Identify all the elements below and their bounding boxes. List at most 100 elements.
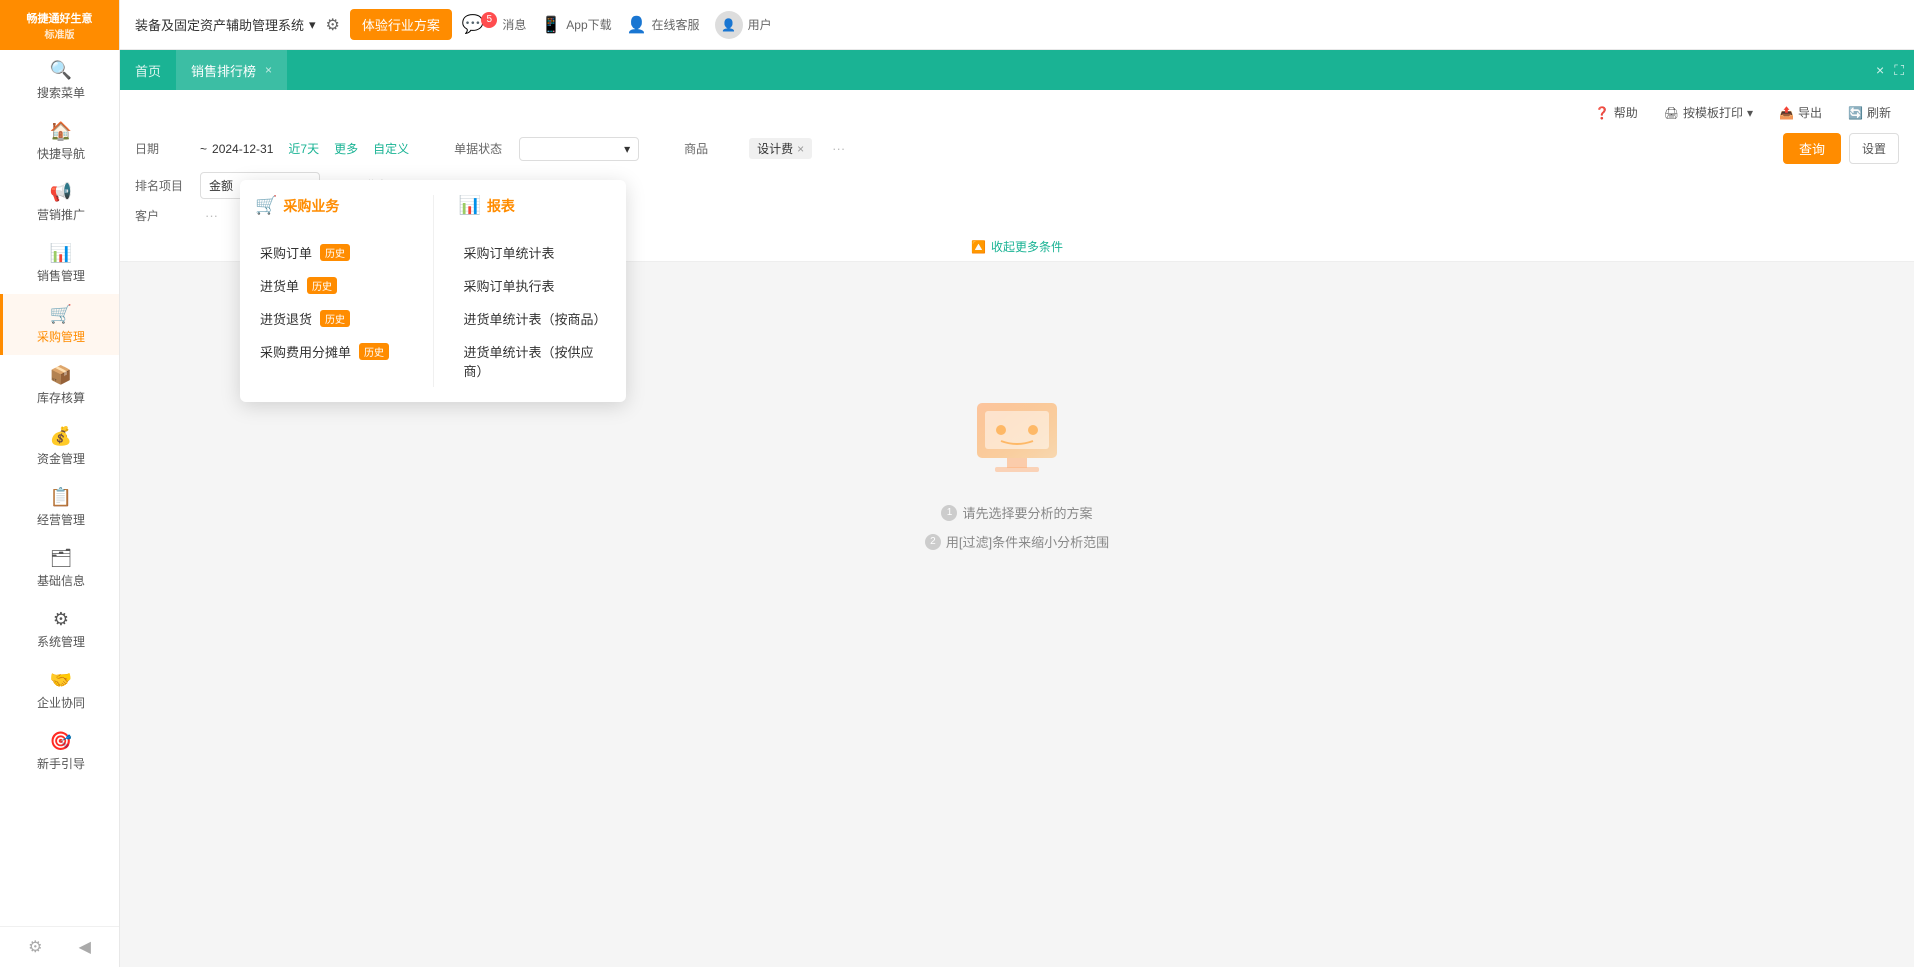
divider [433,195,434,387]
goods-more-dots[interactable]: ··· [832,141,845,156]
sidebar-item-finance[interactable]: 💰 资金管理 [0,416,119,477]
finance-icon: 💰 [50,426,72,447]
sidebar-label-marketing: 营销推广 [37,206,85,223]
empty-hint-1: 1 请先选择要分析的方案 [941,503,1092,522]
export-icon: 📤 [1779,106,1794,120]
dropdown-item-purchase-order-exec[interactable]: 采购订单执行表 [459,269,612,302]
app-download-btn[interactable]: 📱 App下载 [541,15,611,35]
help-label: 帮助 [1614,104,1638,121]
export-btn[interactable]: 📤 导出 [1771,100,1830,125]
sidebar-item-search[interactable]: 🔍 搜索菜单 [0,50,119,111]
dropdown-item-return[interactable]: 进货退货 历史 [255,302,408,335]
purchase-business-column: 🛒 采购业务 采购订单 历史 进货单 历史 进货退货 历史 [255,195,408,387]
sidebar-settings-btn[interactable]: ⚙ [28,937,42,957]
dropdown-item-inbound-stats-supplier[interactable]: 进货单统计表（按供应商） [459,335,612,387]
sidebar-item-enterprise[interactable]: 🤝 企业协同 [0,660,119,721]
report-column: 📊 报表 采购订单统计表 采购订单执行表 进货单统计表（按商品） 进货单统计表（… [459,195,612,387]
content-area: ❓ 帮助 🖨 按模板打印 ▾ 📤 导出 🔄 刷新 [120,90,1914,967]
tab-home-label: 首页 [135,61,161,80]
history-badge-inbound: 历史 [307,277,337,294]
refresh-label: 刷新 [1867,104,1891,121]
customer-dots[interactable]: ··· [205,208,218,223]
logo-title: 畅捷通好生意 [27,10,93,26]
date-value: 2024-12-31 [212,142,273,156]
enterprise-icon: 🤝 [50,670,72,691]
window-control-btns: × ⛶ [1876,62,1914,79]
search-icon: 🔍 [50,60,72,81]
empty-hint-2: 2 用[过滤]条件来缩小分析范围 [925,532,1109,551]
topbar-actions: 💬 5 消息 📱 App下载 👤 在线客服 👤 用户 [462,11,772,39]
system-title-dropdown[interactable]: 装备及固定资产辅助管理系统 ▾ [135,15,316,34]
settings-small-btn[interactable]: 设置 [1849,133,1899,164]
tab-home[interactable]: 首页 [120,50,176,90]
sidebar-item-purchase[interactable]: 🛒 采购管理 [0,294,119,355]
window-close-btn[interactable]: × [1876,62,1884,78]
rank-filter-label: 排名项目 [135,177,185,194]
status-select[interactable]: ▾ [519,137,639,161]
dropdown-item-purchase-order-stats[interactable]: 采购订单统计表 [459,236,612,269]
sidebar-item-sales[interactable]: 📊 销售管理 [0,233,119,294]
history-badge-return: 历史 [320,310,350,327]
sidebar-item-operations[interactable]: 📋 经营管理 [0,477,119,538]
date-more[interactable]: 更多 [334,140,358,157]
topbar-settings-icon[interactable]: ⚙ [326,15,340,35]
dropdown-item-inbound[interactable]: 进货单 历史 [255,269,408,302]
customer-filter-label: 客户 [135,207,185,224]
goods-tag-close[interactable]: × [797,142,804,156]
user-avatar: 👤 [715,11,743,39]
history-badge-expense: 历史 [359,343,389,360]
sidebar-item-system[interactable]: ⚙ 系统管理 [0,599,119,660]
goods-tag-text: 设计费 [757,140,793,157]
sidebar-item-inventory[interactable]: 📦 库存核算 [0,355,119,416]
dropdown-arrow-icon: ▾ [309,17,316,33]
status-filter-label: 单据状态 [454,140,504,157]
print-label: 按模板打印 [1683,104,1743,121]
date-custom[interactable]: 自定义 [373,140,409,157]
sidebar-bottom: ⚙ ◀ [0,926,119,967]
dropdown-item-purchase-order[interactable]: 采购订单 历史 [255,236,408,269]
industry-btn[interactable]: 体验行业方案 [350,9,452,40]
filter-row-1: 日期 ~ 2024-12-31 近7天 更多 自定义 单据状态 ▾ 商品 设计费… [135,133,1899,164]
tab-sales-rank[interactable]: 销售排行榜 × [176,50,287,90]
sidebar-item-marketing[interactable]: 📢 营销推广 [0,172,119,233]
guide-icon: 🎯 [50,731,72,752]
print-btn[interactable]: 🖨 按模板打印 ▾ [1656,100,1761,125]
export-label: 导出 [1798,104,1822,121]
date-7days[interactable]: 近7天 [288,140,319,157]
dropdown-item-inbound-stats-goods[interactable]: 进货单统计表（按商品） [459,302,612,335]
window-maximize-btn[interactable]: ⛶ [1894,62,1904,79]
purchase-col-icon: 🛒 [255,195,277,216]
refresh-icon: 🔄 [1848,106,1863,120]
logo-sub: 标准版 [45,26,75,41]
basic-info-icon: 🗂 [50,548,73,569]
sidebar-label-search: 搜索菜单 [37,84,85,101]
user-label: 用户 [748,16,772,33]
dropdown-item-expense[interactable]: 采购费用分摊单 历史 [255,335,408,368]
sidebar-collapse-btn[interactable]: ◀ [79,937,91,957]
sidebar-item-guide[interactable]: 🎯 新手引导 [0,721,119,782]
message-badge: 5 [481,12,497,28]
purchase-dropdown-menu: 🛒 采购业务 采购订单 历史 进货单 历史 进货退货 历史 [240,180,626,402]
dropdown-item-purchase-order-exec-label: 采购订单执行表 [464,276,555,295]
sidebar: 畅捷通好生意 标准版 🔍 搜索菜单 🏠 快捷导航 📢 营销推广 📊 销售管理 🛒… [0,0,120,967]
topbar: 装备及固定资产辅助管理系统 ▾ ⚙ 体验行业方案 💬 5 消息 📱 App下载 … [120,0,1914,50]
help-btn[interactable]: ❓ 帮助 [1587,100,1646,125]
report-col-title: 📊 报表 [459,195,612,224]
dropdown-item-inbound-label: 进货单 [260,276,299,295]
purchase-icon: 🛒 [50,304,72,325]
user-btn[interactable]: 👤 用户 [715,11,772,39]
dropdown-item-return-label: 进货退货 [260,309,312,328]
tab-sales-rank-close[interactable]: × [265,63,272,77]
query-btn[interactable]: 查询 [1783,133,1841,164]
online-service-btn[interactable]: 👤 在线客服 [627,15,700,35]
sidebar-label-purchase: 采购管理 [37,328,85,345]
dropdown-item-inbound-stats-supplier-label: 进货单统计表（按供应商） [464,342,607,380]
sidebar-item-quick-nav[interactable]: 🏠 快捷导航 [0,111,119,172]
sidebar-item-basic-info[interactable]: 🗂 基础信息 [0,538,119,599]
message-btn[interactable]: 💬 5 消息 [462,14,526,35]
refresh-btn[interactable]: 🔄 刷新 [1840,100,1899,125]
sidebar-label-inventory: 库存核算 [37,389,85,406]
empty-illustration [957,373,1077,493]
goods-tag: 设计费 × [749,138,812,159]
system-title: 装备及固定资产辅助管理系统 [135,15,304,34]
